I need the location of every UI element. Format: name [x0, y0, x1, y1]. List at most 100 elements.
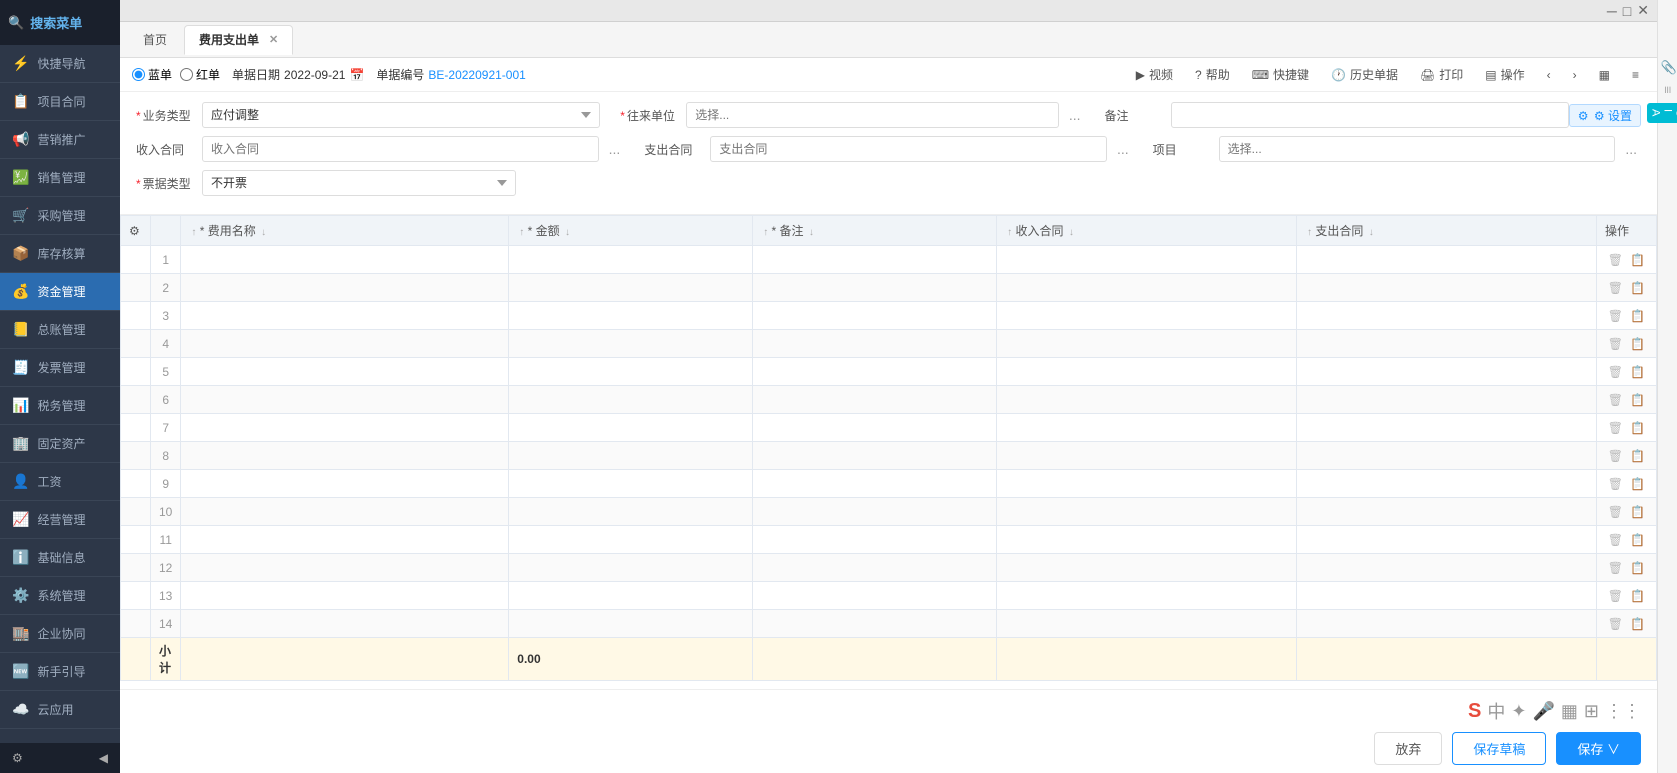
row-expense-contract[interactable]	[1297, 330, 1597, 358]
row-expense-contract[interactable]	[1297, 358, 1597, 386]
sidebar-item-purchase[interactable]: 🛒 采购管理	[0, 197, 120, 235]
sidebar-item-fixed-assets[interactable]: 🏢 固定资产	[0, 425, 120, 463]
table-settings-col[interactable]: ⚙	[121, 216, 151, 246]
right-edge-icon2[interactable]: ≡	[1660, 86, 1675, 94]
row-amount[interactable]	[509, 442, 753, 470]
delete-icon[interactable]: 🗑	[1608, 393, 1623, 407]
row-expense-contract[interactable]	[1297, 274, 1597, 302]
row-income-contract[interactable]	[997, 274, 1297, 302]
row-note[interactable]	[753, 554, 997, 582]
sidebar-item-invoice[interactable]: 🧾 发票管理	[0, 349, 120, 387]
tab-expense[interactable]: 费用支出单 ✕	[184, 25, 293, 55]
row-note[interactable]	[753, 610, 997, 638]
delete-icon[interactable]: 🗑	[1608, 505, 1623, 519]
row-amount[interactable]	[509, 582, 753, 610]
sidebar-item-enterprise[interactable]: 🏬 企业协同	[0, 615, 120, 653]
delete-icon[interactable]: 🗑	[1608, 449, 1623, 463]
shortcut-button[interactable]: ⌨ 快捷键	[1246, 64, 1315, 85]
row-income-contract[interactable]	[997, 582, 1297, 610]
row-note[interactable]	[753, 274, 997, 302]
collapse-icon[interactable]: ◀	[99, 751, 108, 765]
row-amount[interactable]	[509, 302, 753, 330]
expense-contract-input[interactable]	[710, 136, 1107, 162]
row-note[interactable]	[753, 330, 997, 358]
row-note[interactable]	[753, 358, 997, 386]
row-expense-contract[interactable]	[1297, 302, 1597, 330]
prev-button[interactable]: ‹	[1541, 66, 1557, 84]
sidebar-item-project-contract[interactable]: 📋 项目合同	[0, 83, 120, 121]
row-income-contract[interactable]	[997, 330, 1297, 358]
settings-icon[interactable]: ⚙	[12, 751, 23, 765]
help-button[interactable]: ? 帮助	[1189, 64, 1236, 85]
row-expense-name[interactable]	[181, 302, 509, 330]
copy-icon[interactable]: 📋	[1630, 337, 1645, 351]
row-amount[interactable]	[509, 470, 753, 498]
minimize-button[interactable]: ─	[1607, 3, 1617, 19]
delete-icon[interactable]: 🗑	[1608, 561, 1623, 575]
copy-icon[interactable]: 📋	[1630, 561, 1645, 575]
row-expense-name[interactable]	[181, 470, 509, 498]
save-draft-button[interactable]: 保存草稿	[1452, 732, 1546, 765]
history-button[interactable]: 🕐 历史单据	[1325, 64, 1404, 85]
sidebar-item-sales[interactable]: 💹 销售管理	[0, 159, 120, 197]
row-expense-contract[interactable]	[1297, 610, 1597, 638]
radio-red-input[interactable]	[180, 68, 193, 81]
copy-icon[interactable]: 📋	[1630, 393, 1645, 407]
copy-icon[interactable]: 📋	[1630, 365, 1645, 379]
calendar-icon[interactable]: 📅	[349, 68, 364, 82]
row-expense-contract[interactable]	[1297, 554, 1597, 582]
settings-button[interactable]: ⚙ ⚙ 设置	[1569, 104, 1641, 127]
row-income-contract[interactable]	[997, 246, 1297, 274]
delete-icon[interactable]: 🗑	[1608, 309, 1623, 323]
sidebar-item-marketing[interactable]: 📢 营销推广	[0, 121, 120, 159]
row-note[interactable]	[753, 582, 997, 610]
row-income-contract[interactable]	[997, 470, 1297, 498]
row-income-contract[interactable]	[997, 358, 1297, 386]
actions-button[interactable]: ▤ 操作	[1479, 64, 1530, 85]
invoice-type-select[interactable]: 不开票	[202, 170, 516, 196]
delete-icon[interactable]: 🗑	[1608, 365, 1623, 379]
right-edge-teal[interactable]: CIA	[1647, 103, 1677, 123]
table-note-col[interactable]: ↑ * 备注 ↓	[753, 216, 997, 246]
income-contract-input[interactable]	[202, 136, 599, 162]
row-expense-contract[interactable]	[1297, 414, 1597, 442]
row-amount[interactable]	[509, 610, 753, 638]
row-expense-name[interactable]	[181, 610, 509, 638]
row-expense-name[interactable]	[181, 386, 509, 414]
delete-icon[interactable]: 🗑	[1608, 337, 1623, 351]
row-expense-name[interactable]	[181, 358, 509, 386]
delete-icon[interactable]: 🗑	[1608, 281, 1623, 295]
row-expense-name[interactable]	[181, 582, 509, 610]
row-amount[interactable]	[509, 386, 753, 414]
row-expense-contract[interactable]	[1297, 386, 1597, 414]
sidebar-item-capital[interactable]: 💰 资金管理	[0, 273, 120, 311]
radio-blue-option[interactable]: 蓝单	[132, 66, 172, 83]
note-input[interactable]	[1171, 102, 1569, 128]
row-expense-contract[interactable]	[1297, 582, 1597, 610]
table-amount-col[interactable]: ↑ * 金额 ↓	[509, 216, 753, 246]
sidebar-item-payroll[interactable]: 👤 工资	[0, 463, 120, 501]
sidebar-header[interactable]: 🔍 搜索菜单	[0, 0, 120, 45]
row-expense-name[interactable]	[181, 442, 509, 470]
counterpart-input[interactable]	[686, 102, 1059, 128]
copy-icon[interactable]: 📋	[1630, 309, 1645, 323]
income-contract-dots[interactable]: ...	[605, 141, 625, 157]
copy-icon[interactable]: 📋	[1630, 253, 1645, 267]
row-income-contract[interactable]	[997, 386, 1297, 414]
row-expense-contract[interactable]	[1297, 498, 1597, 526]
project-dots[interactable]: ...	[1621, 141, 1641, 157]
row-expense-name[interactable]	[181, 526, 509, 554]
sidebar-item-tax[interactable]: 📊 税务管理	[0, 387, 120, 425]
sidebar-item-new-user[interactable]: 🆕 新手引导	[0, 653, 120, 691]
next-button[interactable]: ›	[1567, 66, 1583, 84]
row-amount[interactable]	[509, 274, 753, 302]
row-expense-name[interactable]	[181, 330, 509, 358]
row-expense-name[interactable]	[181, 498, 509, 526]
counterpart-dots[interactable]: ...	[1065, 107, 1085, 123]
delete-icon[interactable]: 🗑	[1608, 421, 1623, 435]
delete-icon[interactable]: 🗑	[1608, 533, 1623, 547]
row-note[interactable]	[753, 442, 997, 470]
row-income-contract[interactable]	[997, 414, 1297, 442]
discard-button[interactable]: 放弃	[1374, 732, 1442, 765]
sidebar-item-ledger[interactable]: 📒 总账管理	[0, 311, 120, 349]
